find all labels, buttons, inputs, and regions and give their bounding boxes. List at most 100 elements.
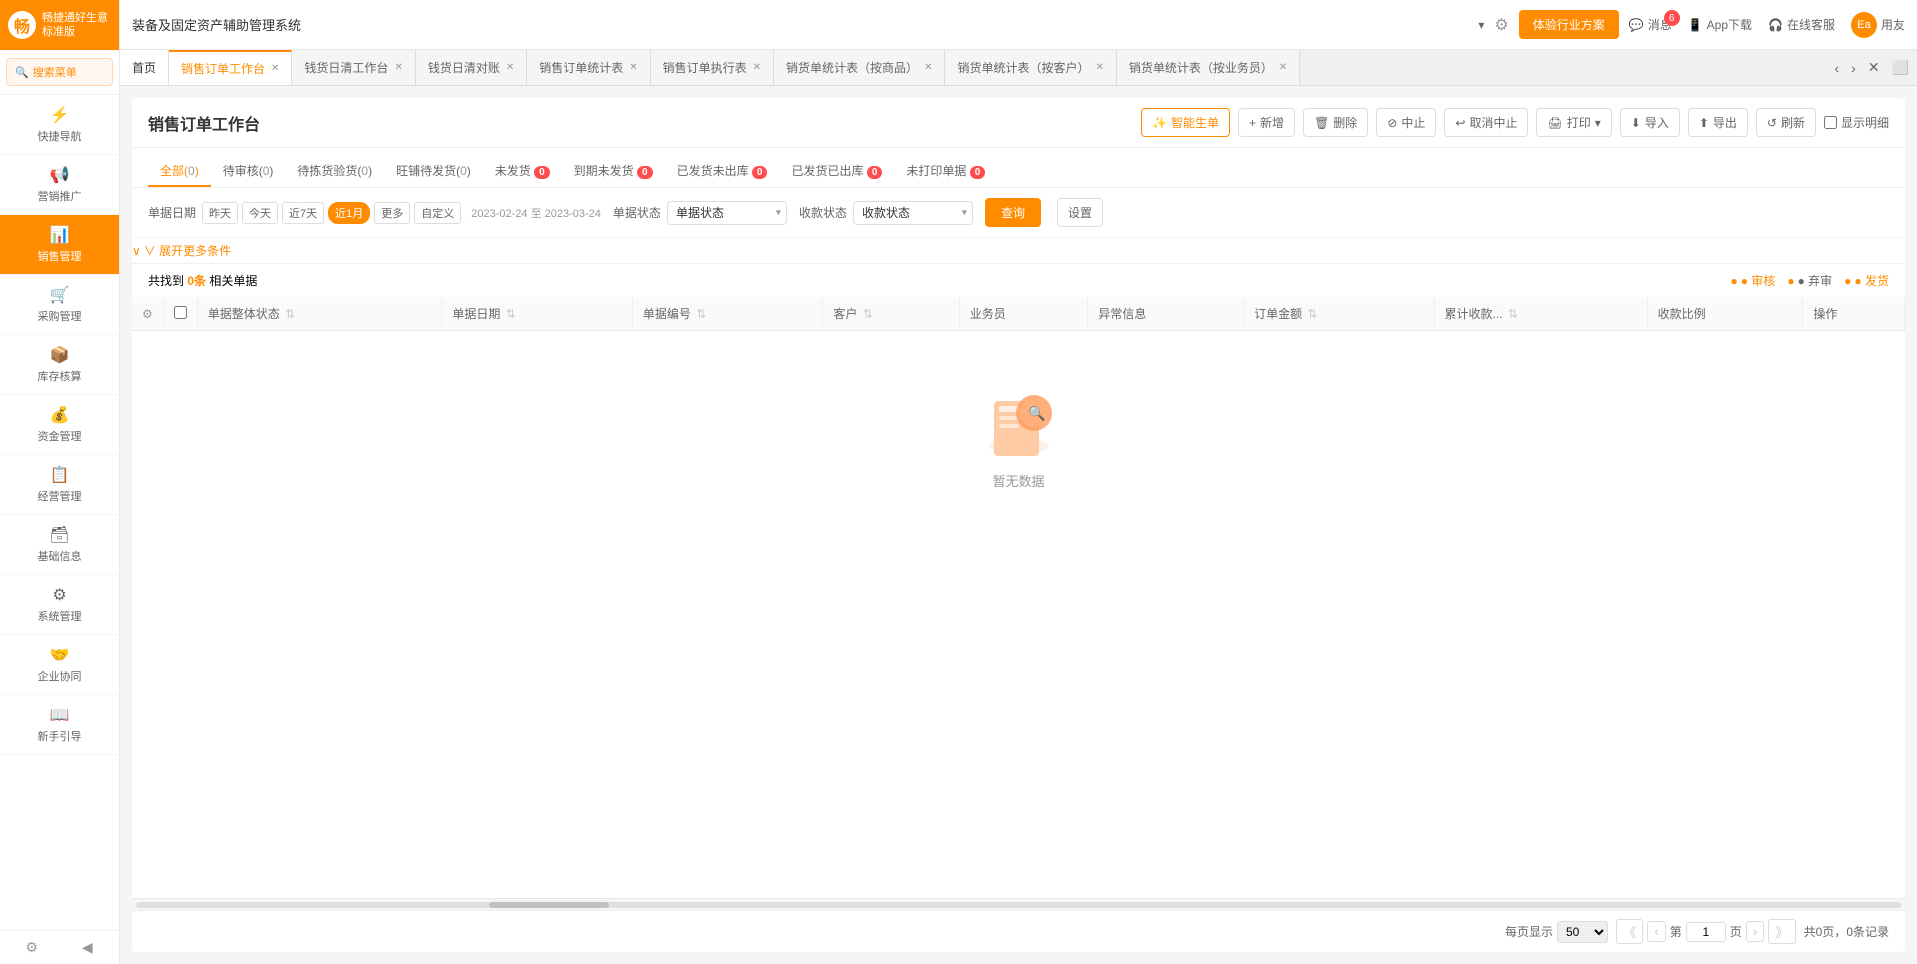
export-button[interactable]: ⬆ 导出 <box>1688 108 1748 137</box>
audit-button[interactable]: ● ● 审核 <box>1730 272 1775 289</box>
ship-button[interactable]: ● ● 发货 <box>1844 272 1889 289</box>
tab-close-cash-daily[interactable]: ✕ <box>394 62 402 73</box>
audit-dot-icon: ● <box>1730 274 1737 288</box>
expand-conditions-button[interactable]: ∨ ∨ 展开更多条件 <box>132 242 1905 259</box>
horizontal-scrollbar[interactable] <box>132 898 1905 910</box>
tab-close-sales-exec[interactable]: ✕ <box>753 62 761 73</box>
add-button[interactable]: + 新增 <box>1238 108 1295 137</box>
tab-sales-summary-customer[interactable]: 销货单统计表（按客户） ✕ <box>945 50 1116 86</box>
sort-date-icon[interactable]: ⇅ <box>506 307 516 321</box>
date-custom-btn[interactable]: 自定义 <box>414 202 461 224</box>
table-header-row: ⚙ 单据整体状态 ⇅ 单据日期 ⇅ <box>132 297 1905 331</box>
sort-collected-icon[interactable]: ⇅ <box>1508 307 1518 321</box>
date-more-btn[interactable]: 更多 <box>374 202 410 224</box>
sidebar-item-guide[interactable]: 📖 新手引导 <box>0 695 119 755</box>
online-service-button[interactable]: 🎧 在线客服 <box>1768 16 1835 33</box>
sidebar-item-inventory[interactable]: 📦 库存核算 <box>0 335 119 395</box>
user-menu[interactable]: Ea 用友 <box>1851 12 1905 38</box>
industry-solution-button[interactable]: 体验行业方案 <box>1519 10 1619 39</box>
query-button[interactable]: 查询 <box>985 198 1041 227</box>
setting-button[interactable]: 设置 <box>1057 198 1103 227</box>
tab-close-cash-account[interactable]: ✕ <box>506 62 514 73</box>
sidebar-item-finance[interactable]: 💰 资金管理 <box>0 395 119 455</box>
sort-number-icon[interactable]: ⇅ <box>696 307 706 321</box>
topbar-settings-icon[interactable]: ⚙ <box>1494 15 1508 35</box>
refresh-button[interactable]: ↺ 刷新 <box>1756 108 1816 137</box>
print-button[interactable]: 🖨 打印 ▾ <box>1536 108 1611 137</box>
sort-status-icon[interactable]: ⇅ <box>285 307 295 321</box>
sub-tab-unshipped[interactable]: 未发货 0 <box>483 156 562 187</box>
tab-cash-daily[interactable]: 钱货日清工作台 ✕ <box>292 50 415 86</box>
import-button[interactable]: ⬇ 导入 <box>1620 108 1680 137</box>
tab-close-sales-summary-customer[interactable]: ✕ <box>1095 62 1103 73</box>
delete-button[interactable]: 🗑 删除 <box>1303 108 1368 137</box>
select-all-checkbox[interactable] <box>174 306 187 319</box>
sidebar-item-basic[interactable]: 🗃 基础信息 <box>0 515 119 575</box>
date-today-btn[interactable]: 今天 <box>242 202 278 224</box>
smart-create-button[interactable]: ✨ 智能生单 <box>1141 108 1230 137</box>
message-button[interactable]: 💬 💬 6 消息 <box>1629 16 1672 33</box>
sub-tab-shipped-not-out[interactable]: 已发货未出库 0 <box>665 156 780 187</box>
unapprove-button[interactable]: ● ● 弃审 <box>1787 272 1832 289</box>
phone-icon: 📱 <box>1688 18 1703 32</box>
sidebar-item-marketing[interactable]: 📢 营销推广 <box>0 155 119 215</box>
page-size-select[interactable]: 20 50 100 <box>1557 921 1608 943</box>
prev-page-button[interactable]: ‹ <box>1647 921 1665 942</box>
sidebar-settings-button[interactable]: ⚙ <box>8 939 56 956</box>
next-page-button[interactable]: › <box>1746 921 1764 942</box>
sub-tab-pending-review[interactable]: 待审核(0) <box>211 156 286 187</box>
sidebar-collapse-button[interactable]: ◀ <box>64 939 112 956</box>
expand-conditions-area: ∨ ∨ 展开更多条件 <box>132 238 1905 264</box>
dropdown-arrow-icon: ▾ <box>1478 18 1484 32</box>
tabs-close-all-button[interactable]: ✕ <box>1864 55 1884 80</box>
sort-amount-icon[interactable]: ⇅ <box>1307 307 1317 321</box>
sidebar-item-purchase[interactable]: 🛒 采购管理 <box>0 275 119 335</box>
tab-sales-exec[interactable]: 销售订单执行表 ✕ <box>651 50 774 86</box>
tab-sales-stats[interactable]: 销售订单统计表 ✕ <box>527 50 650 86</box>
sub-tab-overdue-unshipped[interactable]: 到期未发货 0 <box>562 156 665 187</box>
sidebar-item-sales[interactable]: 📊 销售管理 <box>0 215 119 275</box>
system-dropdown[interactable]: ▾ <box>1478 18 1484 32</box>
tab-close-sales-summary-product[interactable]: ✕ <box>924 62 932 73</box>
page-header: 销售订单工作台 ✨ 智能生单 + 新增 🗑 删除 ⊘ <box>132 98 1905 148</box>
sidebar-item-enterprise[interactable]: 🤝 企业协同 <box>0 635 119 695</box>
sidebar-item-operations[interactable]: 📋 经营管理 <box>0 455 119 515</box>
sub-tab-unprinted[interactable]: 未打印单据 0 <box>894 156 997 187</box>
sub-tab-wangpu-ship[interactable]: 旺铺待发货(0) <box>384 156 483 187</box>
th-settings[interactable]: ⚙ <box>132 297 163 331</box>
sub-tab-all[interactable]: 全部(0) <box>148 156 211 187</box>
last-page-button[interactable]: 》 <box>1768 919 1795 944</box>
tab-sales-workbench[interactable]: 销售订单工作台 ✕ <box>169 50 292 86</box>
status-select[interactable]: 单据状态 <box>667 201 787 225</box>
stop-button[interactable]: ⊘ 中止 <box>1376 108 1436 137</box>
tab-close-sales-summary-staff[interactable]: ✕ <box>1279 62 1287 73</box>
tab-close-sales-stats[interactable]: ✕ <box>629 62 637 73</box>
page-number-input[interactable] <box>1686 922 1726 942</box>
tab-home[interactable]: 首页 <box>120 50 169 86</box>
search-menu-button[interactable]: 🔍 搜索菜单 <box>6 58 113 86</box>
show-details-checkbox[interactable]: 显示明细 <box>1824 114 1889 131</box>
tab-cash-account[interactable]: 钱货日清对账 ✕ <box>416 50 527 86</box>
date-yesterday-btn[interactable]: 昨天 <box>202 202 238 224</box>
tab-close-sales-workbench[interactable]: ✕ <box>271 63 279 74</box>
tab-sales-summary-staff[interactable]: 销货单统计表（按业务员） ✕ <box>1117 50 1300 86</box>
date-1month-btn[interactable]: 近1月 <box>328 202 370 224</box>
tab-sales-summary-product[interactable]: 销货单统计表（按商品） ✕ <box>774 50 945 86</box>
scroll-thumb[interactable] <box>489 902 609 908</box>
payment-select[interactable]: 收款状态 <box>853 201 973 225</box>
cancel-stop-button[interactable]: ↩ 取消中止 <box>1444 108 1528 137</box>
sort-customer-icon[interactable]: ⇅ <box>863 307 873 321</box>
show-details-input[interactable] <box>1824 116 1837 129</box>
tabs-prev-button[interactable]: ‹ <box>1830 56 1843 80</box>
sidebar-item-system[interactable]: ⚙ 系统管理 <box>0 575 119 635</box>
first-page-button[interactable]: 《 <box>1616 919 1643 944</box>
sub-tab-pending-inspect[interactable]: 待拣货验货(0) <box>285 156 384 187</box>
tabs-next-button[interactable]: › <box>1847 56 1860 80</box>
tabs-maximize-button[interactable]: ⬜ <box>1888 55 1913 80</box>
results-bar: 共找到 0条 相关单据 ● ● 审核 ● ● 弃审 <box>132 264 1905 297</box>
sub-tab-shipped-out[interactable]: 已发货已出库 0 <box>779 156 894 187</box>
sidebar-item-quick-nav[interactable]: ⚡ 快捷导航 <box>0 95 119 155</box>
date-7days-btn[interactable]: 近7天 <box>282 202 324 224</box>
app-download-button[interactable]: 📱 App下载 <box>1688 16 1752 33</box>
search-icon: 🔍 <box>15 66 29 79</box>
